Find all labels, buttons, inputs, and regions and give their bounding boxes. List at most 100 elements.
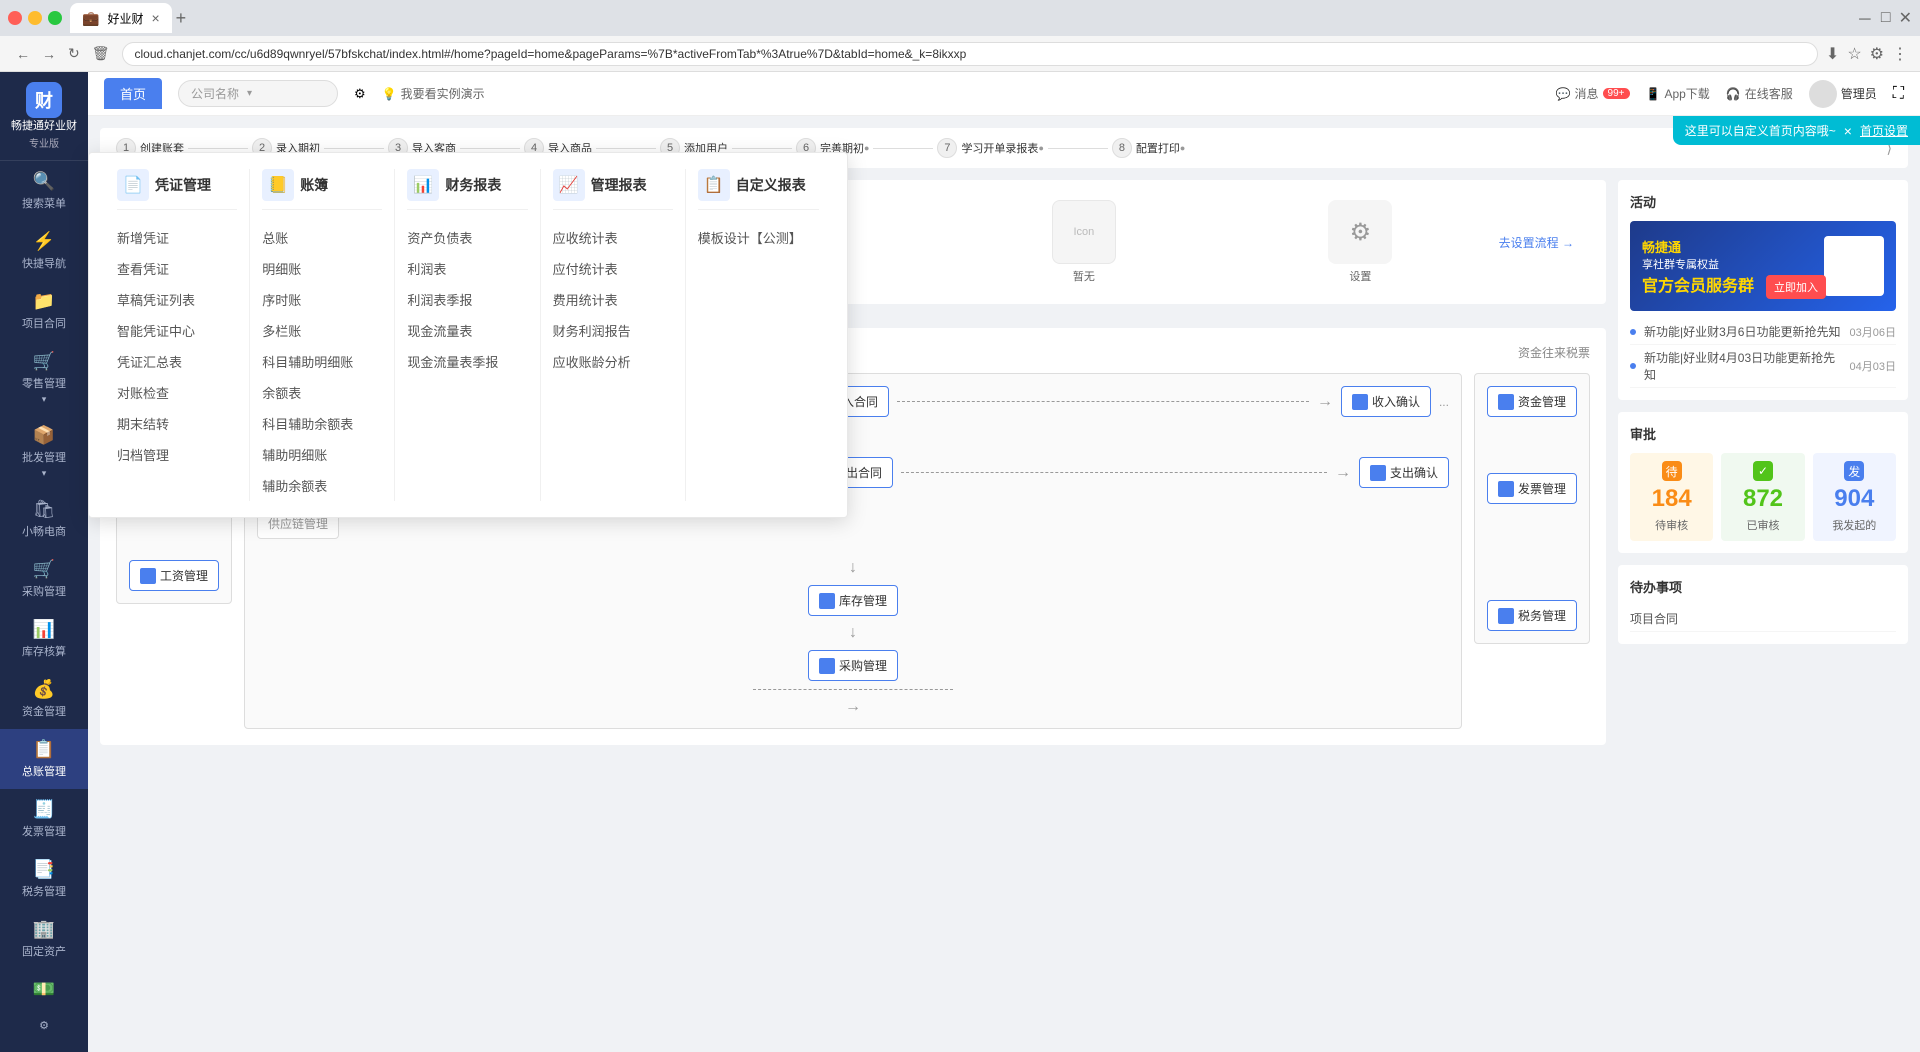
demo-btn[interactable]: 💡 我要看实例演示	[382, 85, 485, 102]
sidebar-item-fixed[interactable]: 🏢 固定资产	[0, 909, 88, 969]
menu-item-archive[interactable]: 归档管理	[117, 439, 237, 470]
company-selector[interactable]: 公司名称 ▾	[178, 80, 338, 107]
menu-item-period-carry[interactable]: 期末结转	[117, 408, 237, 439]
menu-item-ap-stats[interactable]: 应付统计表	[553, 253, 673, 284]
menu-item-template-design[interactable]: 模板设计【公测】	[698, 222, 819, 253]
menu-item-view-voucher[interactable]: 查看凭证	[117, 253, 237, 284]
online-service-btn[interactable]: 🎧 在线客服	[1726, 85, 1793, 102]
refresh-btn[interactable]: ↻	[64, 41, 84, 66]
approval-item-approved[interactable]: ✓ 872 已审核	[1721, 453, 1804, 541]
flow-node-purchase[interactable]: 采购管理	[808, 650, 898, 681]
download-icon[interactable]: ⬇	[1826, 44, 1839, 64]
sidebar-item-purchase[interactable]: 🛒 采购管理	[0, 549, 88, 609]
address-input[interactable]	[122, 42, 1818, 66]
user-menu[interactable]: 管理员	[1809, 80, 1877, 108]
sidebar-item-salary[interactable]: 💵 工资	[0, 969, 88, 999]
approval-item-sent[interactable]: 发 904 我发起的	[1813, 453, 1896, 541]
flow-node-expense-confirm[interactable]: 支出确认	[1359, 457, 1449, 488]
news-item-2[interactable]: 新功能|好业财4月03日功能更新抢先知 04月03日	[1630, 345, 1896, 388]
star-icon[interactable]: ☆	[1847, 44, 1861, 64]
menu-item-cashflow[interactable]: 现金流量表	[407, 315, 527, 346]
sidebar-item-capital[interactable]: 💰 资金管理	[0, 669, 88, 729]
menu-item-balance-table[interactable]: 余额表	[262, 377, 382, 408]
approval-item-pending[interactable]: 待 184 待审核	[1630, 453, 1713, 541]
flow-node-income-confirm[interactable]: 收入确认	[1341, 386, 1431, 417]
sent-count: 904	[1834, 485, 1874, 513]
sidebar-item-shortcut[interactable]: ⚡ 快捷导航	[0, 221, 88, 281]
home-tab[interactable]: 首页	[104, 78, 162, 109]
fixed-icon: 🏢	[33, 919, 55, 940]
menu-item-aux-detail[interactable]: 辅助明细账	[262, 439, 382, 470]
flow-node-capital-mgmt[interactable]: 资金管理	[1487, 386, 1577, 417]
sidebar-item-inventory[interactable]: 📊 库存核算	[0, 609, 88, 669]
sidebar-item-wholesale[interactable]: 📦 批发管理 ▾	[0, 415, 88, 489]
flow-node-invoice-mgmt[interactable]: 发票管理	[1487, 473, 1577, 504]
notification-close-btn[interactable]: ×	[1844, 123, 1852, 139]
menu-item-reconcile[interactable]: 对账检查	[117, 377, 237, 408]
menu-item-add-voucher[interactable]: 新增凭证	[117, 222, 237, 253]
back-btn[interactable]: ←	[12, 42, 34, 66]
message-icon: 💬	[1556, 87, 1571, 101]
menu-item-detail-ledger[interactable]: 明细账	[262, 253, 382, 284]
tab-close-btn[interactable]: ×	[151, 10, 159, 26]
flow-node-salary[interactable]: 工资管理	[129, 560, 219, 591]
restore-btn[interactable]: □	[1881, 9, 1891, 27]
menu-icon[interactable]: ⋮	[1892, 44, 1908, 64]
fullscreen-btn[interactable]: ⛶	[1893, 85, 1904, 103]
extension-icon[interactable]: ⚙	[1870, 44, 1884, 64]
minimize-btn[interactable]: －	[1857, 6, 1873, 30]
menu-item-cashflow-q[interactable]: 现金流量表季报	[407, 346, 527, 377]
delete-btn[interactable]: 🗑	[88, 41, 114, 66]
sidebar-settings-btn[interactable]: ⚙	[4, 1009, 84, 1042]
banner-right: 立即加入	[1824, 236, 1884, 296]
menu-item-journal[interactable]: 序时账	[262, 284, 382, 315]
new-tab-btn[interactable]: +	[176, 8, 187, 29]
todo-item-1[interactable]: 项目合同	[1630, 606, 1896, 632]
message-btn[interactable]: 💬 消息 99+	[1556, 85, 1630, 102]
menu-item-general-ledger[interactable]: 总账	[262, 222, 382, 253]
menu-item-draft-voucher[interactable]: 草稿凭证列表	[117, 284, 237, 315]
sidebar-item-general[interactable]: 📋 总账管理	[0, 729, 88, 789]
news-item-1[interactable]: 新功能|好业财3月6日功能更新抢先知 03月06日	[1630, 319, 1896, 345]
banner-join-btn[interactable]: 立即加入	[1766, 275, 1826, 299]
menu-item-finance-profit[interactable]: 财务利润报告	[553, 315, 673, 346]
menu-item-subject-aux-detail[interactable]: 科目辅助明细账	[262, 346, 382, 377]
forward-btn[interactable]: →	[38, 42, 60, 66]
sidebar-item-ecommerce[interactable]: 🛍 小畅电商	[0, 489, 88, 549]
banner-sub-text: 享社群专属权益	[1642, 256, 1754, 272]
icon-item-4[interactable]: Icon 暂无	[946, 192, 1223, 292]
sidebar-item-project[interactable]: 📁 项目合同	[0, 281, 88, 341]
menu-item-income-stmt-q[interactable]: 利润表季报	[407, 284, 527, 315]
edition-tag: 专业版	[29, 135, 59, 150]
sidebar-item-tax[interactable]: 📑 税务管理	[0, 849, 88, 909]
flow-node-inventory[interactable]: 库存管理	[808, 585, 898, 616]
menu-item-ar-stats[interactable]: 应收统计表	[553, 222, 673, 253]
menu-item-balance-sheet[interactable]: 资产负债表	[407, 222, 527, 253]
window-min-btn[interactable]	[28, 11, 42, 25]
sidebar-item-invoice[interactable]: 🧾 发票管理	[0, 789, 88, 849]
window-close-btn[interactable]	[8, 11, 22, 25]
menu-item-aux-balance[interactable]: 辅助余额表	[262, 470, 382, 501]
window-max-btn[interactable]	[48, 11, 62, 25]
step-7-label: 学习开单录报表	[961, 140, 1038, 156]
menu-item-expense-stats[interactable]: 费用统计表	[553, 284, 673, 315]
icon-item-settings[interactable]: ⚙ 设置	[1222, 192, 1499, 292]
app-download-btn[interactable]: 📱 App下载	[1646, 85, 1710, 102]
notification-link[interactable]: 首页设置	[1860, 122, 1908, 139]
flow-node-tax-mgmt[interactable]: 税务管理	[1487, 600, 1577, 631]
menu-item-income-stmt[interactable]: 利润表	[407, 253, 527, 284]
sidebar-item-search[interactable]: 🔍 搜索菜单	[0, 161, 88, 221]
menu-item-smart-voucher[interactable]: 智能凭证中心	[117, 315, 237, 346]
menu-item-voucher-summary[interactable]: 凭证汇总表	[117, 346, 237, 377]
menu-item-multi-col-ledger[interactable]: 多栏账	[262, 315, 382, 346]
sidebar-item-retail[interactable]: 🛒 零售管理 ▾	[0, 341, 88, 415]
tax-icon: 📑	[33, 859, 55, 880]
wholesale-icon: 📦	[33, 425, 55, 446]
menu-item-ar-aging[interactable]: 应收账龄分析	[553, 346, 673, 377]
close-btn[interactable]: ✕	[1899, 8, 1912, 28]
notification-bar[interactable]: 这里可以自定义首页内容哦~ × 首页设置	[1673, 116, 1920, 145]
menu-item-subject-aux-balance[interactable]: 科目辅助余额表	[262, 408, 382, 439]
active-tab[interactable]: 💼 好业财 ×	[70, 3, 172, 33]
setup-flow-btn[interactable]: 去设置流程 →	[1499, 234, 1574, 251]
settings-icon-btn[interactable]: ⚙	[354, 86, 366, 102]
